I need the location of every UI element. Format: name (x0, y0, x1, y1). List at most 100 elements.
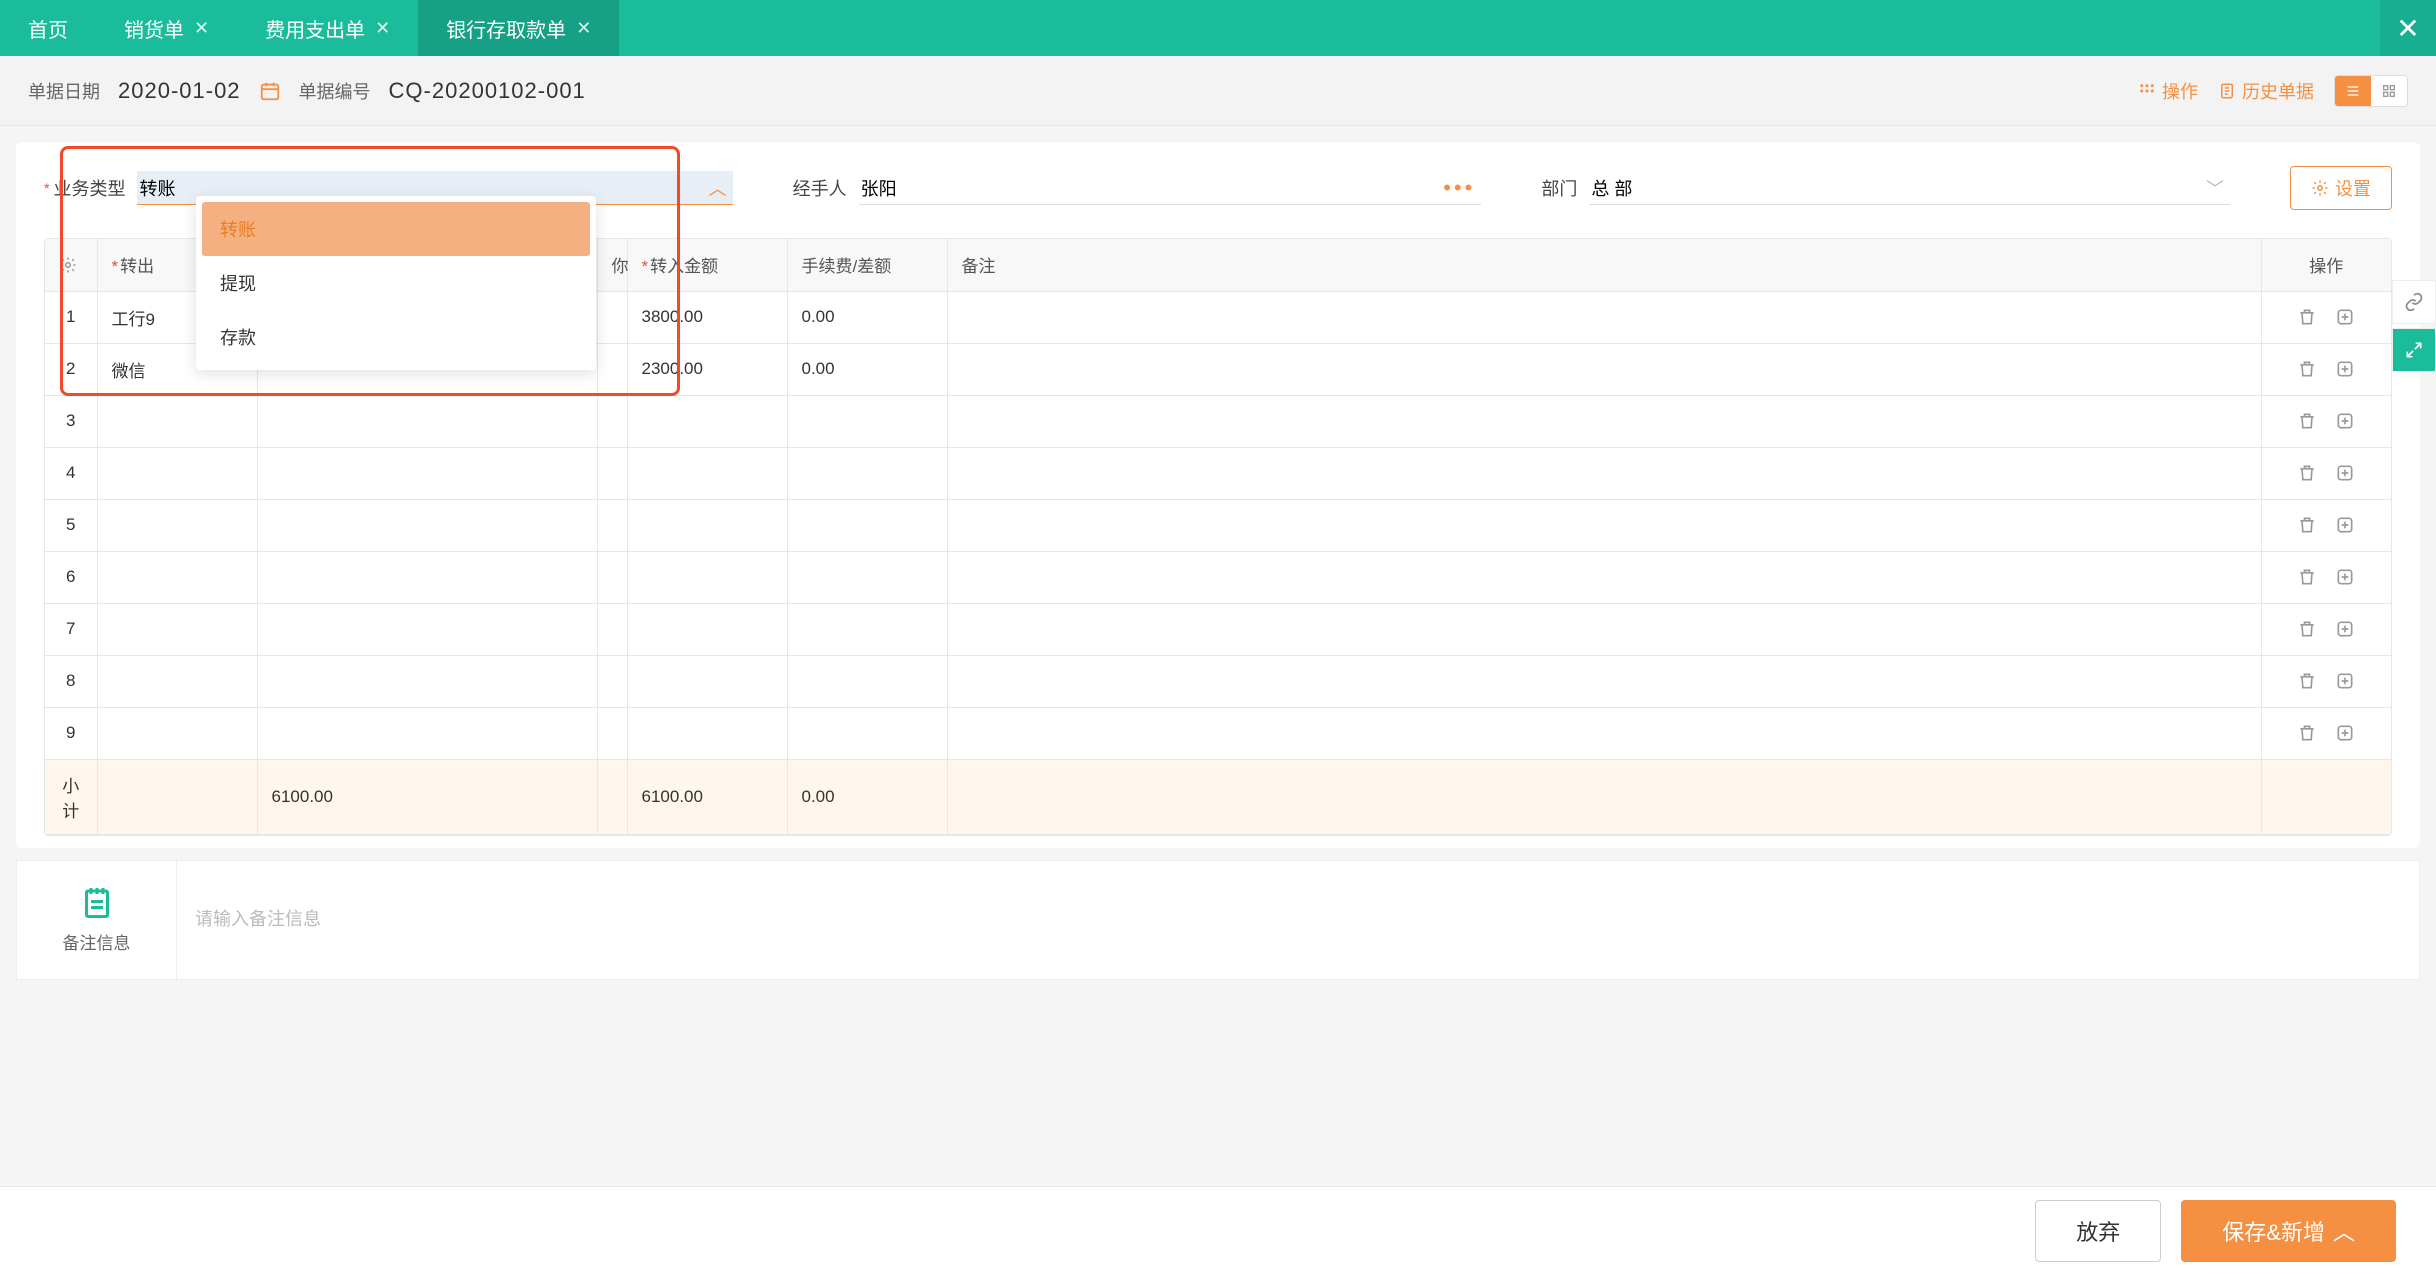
cell-in-amount[interactable] (627, 603, 787, 655)
cell-remark[interactable] (947, 655, 2261, 707)
cell-fee[interactable] (787, 603, 947, 655)
cell-remark[interactable] (947, 551, 2261, 603)
cell-out-account[interactable] (97, 707, 257, 759)
settings-button[interactable]: 设置 (2290, 166, 2392, 210)
delete-icon[interactable] (2297, 723, 2317, 743)
layout-grid-button[interactable] (2371, 76, 2407, 106)
cell-out-amount[interactable] (257, 395, 597, 447)
cell-in-account[interactable] (597, 343, 627, 395)
save-new-button[interactable]: 保存&新增 ︿ (2181, 1200, 2396, 1262)
gear-column[interactable] (45, 239, 97, 291)
dropdown-option-withdraw[interactable]: 提现 (202, 256, 590, 310)
cell-in-amount[interactable]: 2300.00 (627, 343, 787, 395)
delete-icon[interactable] (2297, 411, 2317, 431)
cell-in-account[interactable] (597, 551, 627, 603)
cell-remark[interactable] (947, 603, 2261, 655)
cell-out-account[interactable] (97, 395, 257, 447)
cell-remark[interactable] (947, 395, 2261, 447)
handler-input[interactable] (859, 171, 1482, 205)
add-row-icon[interactable] (2335, 307, 2355, 327)
cell-in-amount[interactable]: 3800.00 (627, 291, 787, 343)
cell-in-amount[interactable] (627, 447, 787, 499)
cell-out-amount[interactable] (257, 447, 597, 499)
handler-field[interactable]: 经手人 ••• (793, 171, 1482, 205)
cell-in-account[interactable] (597, 707, 627, 759)
table-row[interactable]: 4 (45, 447, 2391, 499)
close-icon[interactable]: ✕ (375, 18, 390, 39)
cell-in-amount[interactable] (627, 655, 787, 707)
cell-in-account[interactable] (597, 447, 627, 499)
delete-icon[interactable] (2297, 671, 2317, 691)
remark-input[interactable] (177, 861, 2419, 979)
cell-fee[interactable] (787, 707, 947, 759)
cell-fee[interactable] (787, 655, 947, 707)
table-row[interactable]: 5 (45, 499, 2391, 551)
delete-icon[interactable] (2297, 619, 2317, 639)
chevron-up-icon[interactable]: ︿ (709, 175, 727, 201)
cell-remark[interactable] (947, 499, 2261, 551)
cell-in-account[interactable] (597, 395, 627, 447)
cell-in-amount[interactable] (627, 395, 787, 447)
table-row[interactable]: 8 (45, 655, 2391, 707)
tab-bank-transfer[interactable]: 银行存取款单 ✕ (418, 0, 619, 56)
cell-out-account[interactable] (97, 603, 257, 655)
layout-list-button[interactable] (2335, 76, 2371, 106)
link-button[interactable] (2392, 280, 2436, 324)
date-value[interactable]: 2020-01-02 (118, 78, 241, 104)
discard-button[interactable]: 放弃 (2035, 1200, 2161, 1262)
calendar-icon[interactable] (259, 80, 281, 102)
table-row[interactable]: 9 (45, 707, 2391, 759)
cell-out-amount[interactable] (257, 551, 597, 603)
cell-out-amount[interactable] (257, 499, 597, 551)
delete-icon[interactable] (2297, 515, 2317, 535)
add-row-icon[interactable] (2335, 619, 2355, 639)
cell-fee[interactable]: 0.00 (787, 291, 947, 343)
cell-remark[interactable] (947, 343, 2261, 395)
department-input[interactable] (1589, 171, 2230, 205)
add-row-icon[interactable] (2335, 463, 2355, 483)
cell-fee[interactable] (787, 395, 947, 447)
table-row[interactable]: 7 (45, 603, 2391, 655)
add-row-icon[interactable] (2335, 567, 2355, 587)
cell-fee[interactable]: 0.00 (787, 343, 947, 395)
table-row[interactable]: 6 (45, 551, 2391, 603)
cell-out-account[interactable] (97, 551, 257, 603)
cell-fee[interactable] (787, 551, 947, 603)
delete-icon[interactable] (2297, 463, 2317, 483)
close-icon[interactable]: ✕ (576, 18, 591, 39)
table-row[interactable]: 3 (45, 395, 2391, 447)
add-row-icon[interactable] (2335, 671, 2355, 691)
cell-in-amount[interactable] (627, 707, 787, 759)
cell-out-account[interactable] (97, 499, 257, 551)
close-icon[interactable]: ✕ (194, 18, 209, 39)
cell-remark[interactable] (947, 291, 2261, 343)
delete-icon[interactable] (2297, 567, 2317, 587)
dropdown-option-deposit[interactable]: 存款 (202, 310, 590, 364)
cell-out-amount[interactable] (257, 655, 597, 707)
cell-out-amount[interactable] (257, 707, 597, 759)
more-icon[interactable]: ••• (1443, 175, 1475, 201)
cell-out-account[interactable] (97, 447, 257, 499)
cell-fee[interactable] (787, 447, 947, 499)
chevron-down-icon[interactable]: ﹀ (2206, 175, 2224, 201)
close-all-icon[interactable]: ✕ (2380, 0, 2436, 56)
cell-in-amount[interactable] (627, 551, 787, 603)
cell-remark[interactable] (947, 707, 2261, 759)
cell-remark[interactable] (947, 447, 2261, 499)
tab-home[interactable]: 首页 (0, 0, 96, 56)
add-row-icon[interactable] (2335, 359, 2355, 379)
cell-out-account[interactable] (97, 655, 257, 707)
cell-fee[interactable] (787, 499, 947, 551)
history-button[interactable]: 历史单据 (2218, 78, 2314, 104)
tab-sales[interactable]: 销货单 ✕ (96, 0, 237, 56)
cell-in-account[interactable] (597, 291, 627, 343)
cell-in-account[interactable] (597, 603, 627, 655)
cell-in-account[interactable] (597, 499, 627, 551)
add-row-icon[interactable] (2335, 411, 2355, 431)
tab-expense[interactable]: 费用支出单 ✕ (237, 0, 418, 56)
add-row-icon[interactable] (2335, 515, 2355, 535)
expand-button[interactable] (2392, 328, 2436, 372)
delete-icon[interactable] (2297, 359, 2317, 379)
delete-icon[interactable] (2297, 307, 2317, 327)
cell-out-amount[interactable] (257, 603, 597, 655)
